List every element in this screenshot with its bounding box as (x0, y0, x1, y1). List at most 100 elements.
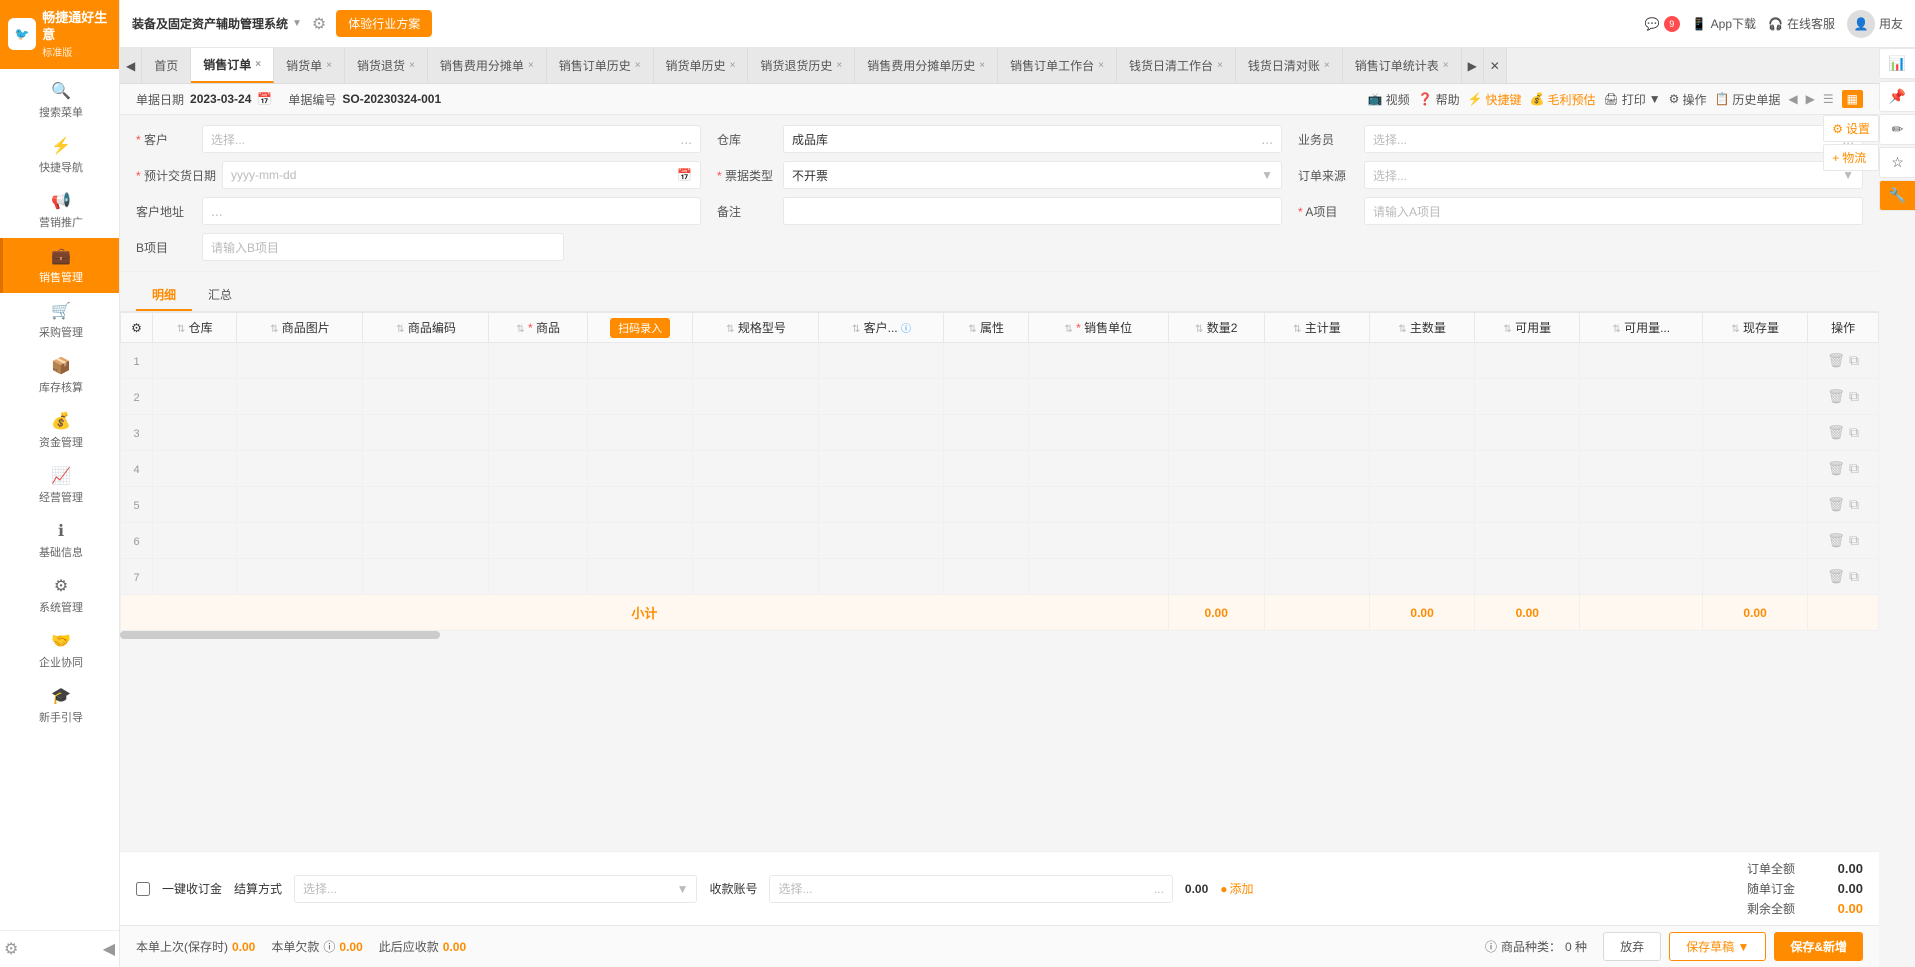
row-1-col-6[interactable] (693, 343, 819, 379)
row-3-col-6[interactable] (693, 415, 819, 451)
float-tool-btn[interactable]: 🔧 (1879, 180, 1915, 211)
row-3-copy-icon[interactable]: ⧉ (1849, 424, 1859, 441)
salesperson-input[interactable]: 选择... ... (1364, 125, 1863, 153)
row-1-col-8[interactable] (944, 343, 1028, 379)
th-avail-qty2[interactable]: ⇅ 可用量... (1580, 313, 1703, 343)
row-7-col-15[interactable] (1702, 559, 1807, 595)
nav-next-icon[interactable]: ▶ (1806, 92, 1815, 106)
row-6-col-13[interactable] (1475, 523, 1580, 559)
settings-icon[interactable]: ⚙ (4, 939, 18, 959)
row-2-col-11[interactable] (1264, 379, 1369, 415)
th-product[interactable]: ⇅ 商品 (489, 313, 587, 343)
th-warehouse[interactable]: ⇅ 仓库 (153, 313, 237, 343)
tab-item-4[interactable]: 销售费用分摊单× (428, 48, 547, 83)
row-5-delete-icon[interactable]: 🗑 (1827, 496, 1845, 513)
row-7-col-13[interactable] (1475, 559, 1580, 595)
row-7-col-12[interactable] (1369, 559, 1474, 595)
row-1-col-11[interactable] (1264, 343, 1369, 379)
project-b-input[interactable]: 请输入B项目 (202, 233, 564, 261)
row-5-col-6[interactable] (693, 487, 819, 523)
row-3-col-3[interactable] (363, 415, 489, 451)
row-2-col-3[interactable] (363, 379, 489, 415)
tab-close-5[interactable]: × (635, 60, 641, 71)
row-5-col-11[interactable] (1264, 487, 1369, 523)
row-6-col-4[interactable] (489, 523, 587, 559)
row-2-delete-icon[interactable]: 🗑 (1827, 388, 1845, 405)
row-1-col-2[interactable] (237, 343, 363, 379)
row-6-copy-icon[interactable]: ⧉ (1849, 532, 1859, 549)
row-2-col-5[interactable] (587, 379, 693, 415)
receipt-account-select[interactable]: 选择... ... (769, 875, 1172, 903)
tab-close-1[interactable]: × (255, 59, 261, 70)
tab-item-10[interactable]: 钱货日清工作台× (1117, 48, 1236, 83)
row-3-col-15[interactable] (1702, 415, 1807, 451)
row-1-col-1[interactable] (153, 343, 237, 379)
row-3-col-8[interactable] (944, 415, 1028, 451)
delivery-date-input[interactable]: yyyy-mm-dd 📅 (222, 161, 701, 189)
tab-close-8[interactable]: × (979, 60, 985, 71)
tab-close-4[interactable]: × (528, 60, 534, 71)
th-settings[interactable]: ⚙ (121, 313, 153, 343)
tab-item-11[interactable]: 钱货日清对账× (1236, 48, 1343, 83)
row-6-col-15[interactable] (1702, 523, 1807, 559)
row-4-col-10[interactable] (1168, 451, 1264, 487)
app-download-item[interactable]: 📱 App下载 (1692, 15, 1756, 32)
row-7-delete-icon[interactable]: 🗑 (1827, 568, 1845, 585)
row-5-col-14[interactable] (1580, 487, 1703, 523)
save-draft-btn[interactable]: 保存草稿 ▼ (1669, 932, 1766, 961)
tab-item-1[interactable]: 销售订单× (191, 48, 274, 83)
row-7-col-10[interactable] (1168, 559, 1264, 595)
app-system-name[interactable]: 装备及固定资产辅助管理系统 ▼ (132, 15, 302, 32)
order-source-input[interactable]: 选择... ▼ (1364, 161, 1863, 189)
row-5-col-5[interactable] (587, 487, 693, 523)
row-2-col-2[interactable] (237, 379, 363, 415)
invoice-type-input[interactable]: 不开票 ▼ (783, 161, 1282, 189)
row-7-col-3[interactable] (363, 559, 489, 595)
row-2-col-15[interactable] (1702, 379, 1807, 415)
row-1-copy-icon[interactable]: ⧉ (1849, 352, 1859, 369)
th-product-image[interactable]: ⇅ 商品图片 (237, 313, 363, 343)
calendar-icon[interactable]: 📅 (257, 92, 272, 106)
row-5-copy-icon[interactable]: ⧉ (1849, 496, 1859, 513)
row-6-col-12[interactable] (1369, 523, 1474, 559)
row-2-col-8[interactable] (944, 379, 1028, 415)
row-4-col-2[interactable] (237, 451, 363, 487)
row-6-delete-icon[interactable]: 🗑 (1827, 532, 1845, 549)
float-star-btn[interactable]: ☆ (1879, 147, 1915, 178)
row-7-col-11[interactable] (1264, 559, 1369, 595)
th-main-unit[interactable]: ⇅ 主计量 (1264, 313, 1369, 343)
row-2-copy-icon[interactable]: ⧉ (1849, 388, 1859, 405)
horizontal-scrollbar[interactable] (120, 631, 1879, 641)
tab-close-7[interactable]: × (836, 60, 842, 71)
row-4-col-15[interactable] (1702, 451, 1807, 487)
payment-method-select[interactable]: 选择... ▼ (294, 875, 697, 903)
warehouse-input[interactable]: 成品库 ... (783, 125, 1282, 153)
solution-btn[interactable]: 体验行业方案 (336, 10, 432, 37)
tab-close-9[interactable]: × (1098, 60, 1104, 71)
row-6-col-14[interactable] (1580, 523, 1703, 559)
tab-item-8[interactable]: 销售费用分摊单历史× (855, 48, 998, 83)
sidebar-item-3[interactable]: 💼 销售管理 (0, 238, 119, 293)
tab-item-6[interactable]: 销货单历史× (654, 48, 749, 83)
row-4-col-12[interactable] (1369, 451, 1474, 487)
row-6-col-6[interactable] (693, 523, 819, 559)
row-7-col-1[interactable] (153, 559, 237, 595)
row-2-col-10[interactable] (1168, 379, 1264, 415)
tab-close-all-btn[interactable]: ✕ (1484, 48, 1507, 83)
row-7-col-2[interactable] (237, 559, 363, 595)
row-1-col-5[interactable] (587, 343, 693, 379)
th-main-qty[interactable]: ⇅ 主数量 (1369, 313, 1474, 343)
tab-close-10[interactable]: × (1217, 60, 1223, 71)
row-2-col-13[interactable] (1475, 379, 1580, 415)
row-2-col-1[interactable] (153, 379, 237, 415)
row-4-col-8[interactable] (944, 451, 1028, 487)
tab-close-12[interactable]: × (1443, 60, 1449, 71)
add-payment-btn[interactable]: ● 添加 (1220, 880, 1253, 897)
sidebar-item-8[interactable]: ℹ 基础信息 (0, 513, 119, 568)
row-3-col-10[interactable] (1168, 415, 1264, 451)
list-view-icon[interactable]: ☰ (1823, 92, 1834, 106)
row-6-col-2[interactable] (237, 523, 363, 559)
th-customer-code[interactable]: ⇅ 客户... ⓘ (819, 313, 944, 343)
row-3-delete-icon[interactable]: 🗑 (1827, 424, 1845, 441)
tab-item-3[interactable]: 销货退货× (345, 48, 428, 83)
